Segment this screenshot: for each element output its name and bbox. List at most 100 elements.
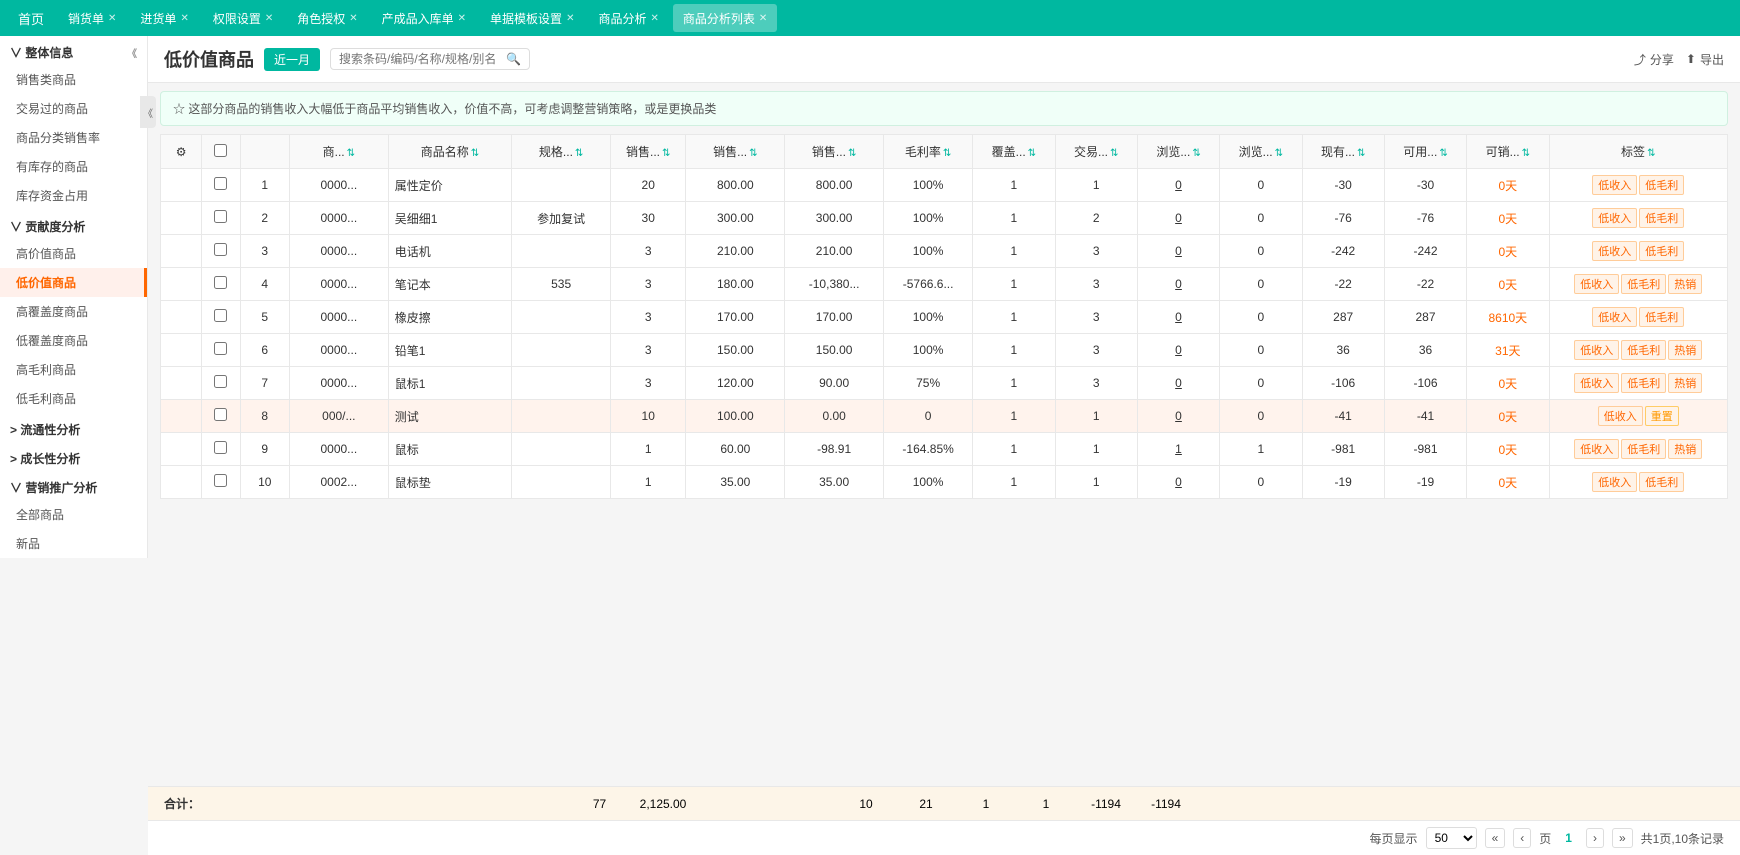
row-gear[interactable] [161,169,202,202]
row-checkbox[interactable] [202,169,240,202]
sidebar-item-capital[interactable]: 库存资金占用 [0,181,147,210]
view1-link[interactable]: 0 [1175,376,1182,390]
sidebar-item-low-value[interactable]: 低价值商品 [0,268,147,297]
nav-close-purchase[interactable]: ✕ [180,13,188,24]
row-checkbox[interactable] [202,400,240,433]
nav-close-template[interactable]: ✕ [566,13,574,24]
next-page-button[interactable]: › [1586,828,1604,848]
sidebar-item-high-value[interactable]: 高价值商品 [0,239,147,268]
row-select-checkbox[interactable] [214,210,227,223]
col-cover[interactable]: 覆盖...⇅ [973,135,1055,169]
col-avail[interactable]: 可用...⇅ [1384,135,1466,169]
col-stock[interactable]: 现有...⇅ [1302,135,1384,169]
nav-role[interactable]: 角色授权 ✕ [287,4,367,32]
sidebar-section-contribution[interactable]: ∨ 贡献度分析 [0,210,147,239]
sidebar-section-growth[interactable]: > 成长性分析 [0,442,147,471]
nav-analysis-list[interactable]: 商品分析列表 ✕ [673,4,777,32]
view1-link[interactable]: 0 [1175,310,1182,324]
first-page-button[interactable]: « [1485,828,1506,848]
sidebar-item-low-gross[interactable]: 低毛利商品 [0,384,147,413]
sidebar-item-high-coverage[interactable]: 高覆盖度商品 [0,297,147,326]
view1-link[interactable]: 1 [1175,442,1182,456]
view1-link[interactable]: 0 [1175,409,1182,423]
select-all-checkbox[interactable] [214,144,227,157]
row-gear[interactable] [161,466,202,499]
view1-link[interactable]: 0 [1175,343,1182,357]
row-checkbox[interactable] [202,235,240,268]
sidebar-item-traded-goods[interactable]: 交易过的商品 [0,94,147,123]
row-view1[interactable]: 0 [1137,334,1219,367]
row-checkbox[interactable] [202,334,240,367]
row-checkbox[interactable] [202,433,240,466]
row-checkbox[interactable] [202,367,240,400]
search-icon[interactable]: 🔍 [506,52,521,66]
col-gross-rate[interactable]: 毛利率⇅ [884,135,973,169]
share-button[interactable]: ⤴ 分享 [1634,51,1674,68]
row-checkbox[interactable] [202,202,240,235]
sidebar-section-overall[interactable]: ∨ 整体信息 《 [0,36,147,65]
row-gear[interactable] [161,202,202,235]
row-checkbox[interactable] [202,466,240,499]
row-select-checkbox[interactable] [214,375,227,388]
nav-home[interactable]: 首页 [8,4,54,32]
nav-template[interactable]: 单据模板设置 ✕ [480,4,584,32]
page-size-select[interactable]: 50 100 200 [1426,827,1477,849]
period-button[interactable]: 近一月 [264,48,320,71]
sidebar-item-high-gross[interactable]: 高毛利商品 [0,355,147,384]
view1-link[interactable]: 0 [1175,475,1182,489]
row-select-checkbox[interactable] [214,474,227,487]
col-trade[interactable]: 交易...⇅ [1055,135,1137,169]
row-select-checkbox[interactable] [214,309,227,322]
view1-link[interactable]: 0 [1175,178,1182,192]
nav-analysis[interactable]: 商品分析 ✕ [588,4,668,32]
col-code[interactable]: 商...⇅ [289,135,388,169]
col-sell[interactable]: 可销...⇅ [1467,135,1549,169]
row-checkbox[interactable] [202,301,240,334]
col-view1[interactable]: 浏览...⇅ [1137,135,1219,169]
sidebar-section-circulation[interactable]: > 流通性分析 [0,413,147,442]
row-gear[interactable] [161,433,202,466]
row-view1[interactable]: 0 [1137,202,1219,235]
row-gear[interactable] [161,334,202,367]
row-select-checkbox[interactable] [214,441,227,454]
row-view1[interactable]: 0 [1137,466,1219,499]
sidebar-item-stock-goods[interactable]: 有库存的商品 [0,152,147,181]
row-checkbox[interactable] [202,268,240,301]
row-view1[interactable]: 0 [1137,268,1219,301]
row-gear[interactable] [161,367,202,400]
nav-close-analysis[interactable]: ✕ [650,13,658,24]
last-page-button[interactable]: » [1612,828,1633,848]
sidebar-item-low-coverage[interactable]: 低覆盖度商品 [0,326,147,355]
col-checkbox-all[interactable] [202,135,240,169]
nav-close-analysis-list[interactable]: ✕ [759,13,767,24]
nav-product-stock[interactable]: 产成品入库单 ✕ [372,4,476,32]
view1-link[interactable]: 0 [1175,277,1182,291]
nav-permission[interactable]: 权限设置 ✕ [203,4,283,32]
row-view1[interactable]: 0 [1137,400,1219,433]
col-tag[interactable]: 标签⇅ [1549,135,1728,169]
nav-close-permission[interactable]: ✕ [265,13,273,24]
row-view1[interactable]: 1 [1137,433,1219,466]
nav-sales[interactable]: 销货单 ✕ [58,4,126,32]
row-select-checkbox[interactable] [214,408,227,421]
row-gear[interactable] [161,400,202,433]
search-input[interactable] [339,52,506,66]
nav-close-sales[interactable]: ✕ [108,13,116,24]
row-select-checkbox[interactable] [214,177,227,190]
sidebar-section-marketing[interactable]: ∨ 营销推广分析 [0,471,147,500]
col-sale-avg[interactable]: 销售...⇅ [785,135,884,169]
col-name[interactable]: 商品名称⇅ [388,135,511,169]
sidebar-collapse-button[interactable]: 《 [140,96,156,128]
row-select-checkbox[interactable] [214,342,227,355]
col-sale-qty[interactable]: 销售...⇅ [611,135,686,169]
row-view1[interactable]: 0 [1137,301,1219,334]
row-view1[interactable]: 0 [1137,367,1219,400]
col-sale-amt[interactable]: 销售...⇅ [686,135,785,169]
sidebar-item-all-goods[interactable]: 全部商品 [0,500,147,529]
nav-close-role[interactable]: ✕ [349,13,357,24]
sidebar-item-new-goods[interactable]: 新品 [0,529,147,558]
col-gear[interactable]: ⚙ [161,135,202,169]
row-view1[interactable]: 0 [1137,235,1219,268]
export-button[interactable]: ⬆ 导出 [1686,51,1724,68]
view1-link[interactable]: 0 [1175,211,1182,225]
